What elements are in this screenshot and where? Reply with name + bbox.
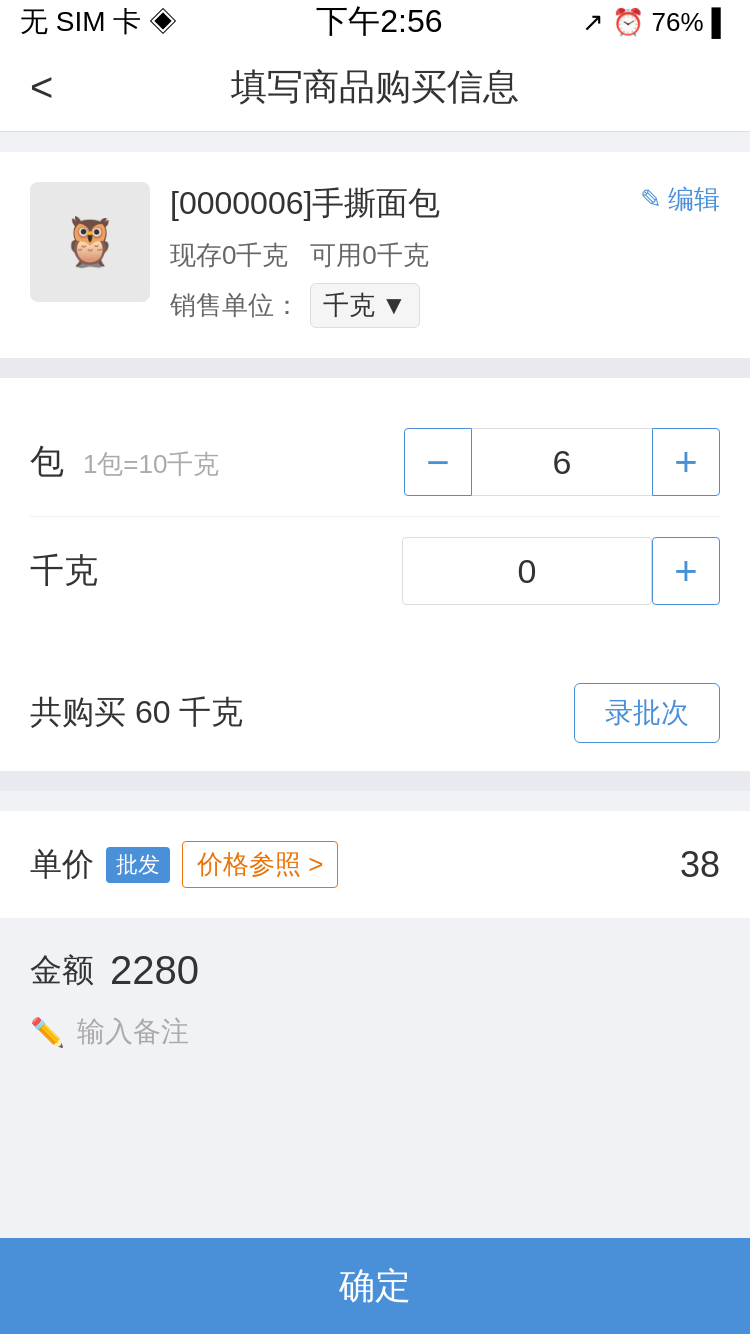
edit-label: 编辑: [668, 182, 720, 217]
price-section: 单价 批发 价格参照 > 38: [0, 811, 750, 918]
edit-icon: ✎: [640, 184, 662, 215]
price-label-area: 单价 批发 价格参照 >: [30, 841, 338, 888]
price-row: 单价 批发 价格参照 > 38: [30, 841, 720, 888]
status-time: 下午2:56: [316, 0, 442, 44]
battery-status: 76%: [652, 7, 704, 38]
status-bar: 无 SIM 卡 ◈ 下午2:56 ↗ ⏰ 76% ▌: [0, 0, 750, 44]
unit-label: 销售单位：: [170, 288, 300, 323]
summary-text: 共购买 60 千克: [30, 691, 243, 735]
quantity-section: 包 1包=10千克 − + 千克 +: [0, 378, 750, 655]
edit-button[interactable]: ✎ 编辑: [640, 182, 720, 217]
status-left: 无 SIM 卡 ◈: [20, 3, 177, 41]
alarm-icon: ⏰: [612, 7, 644, 38]
stock-current-label: 现存: [170, 240, 222, 270]
divider-2: [0, 771, 750, 791]
product-thumbnail: 🦉: [60, 214, 120, 270]
amount-section: 金额 2280 ✏️ 输入备注: [0, 918, 750, 1081]
bao-decrement-button[interactable]: −: [404, 428, 472, 496]
amount-row: 金额 2280: [30, 948, 720, 993]
price-reference-button[interactable]: 价格参照 >: [182, 841, 338, 888]
pencil-icon: ✏️: [30, 1016, 65, 1049]
price-value: 38: [680, 844, 720, 886]
pifa-badge: 批发: [106, 847, 170, 883]
page-title: 填写商品购买信息: [231, 63, 519, 112]
unit-selector[interactable]: 千克 ▼: [310, 283, 420, 328]
product-name: [0000006]手撕面包: [170, 182, 720, 226]
kg-row: 千克 +: [30, 517, 720, 625]
divider-1: [0, 358, 750, 378]
bao-row: 包 1包=10千克 − +: [30, 408, 720, 517]
product-image: 🦉: [30, 182, 150, 302]
stock-available-label: 可用: [310, 240, 362, 270]
bao-increment-button[interactable]: +: [652, 428, 720, 496]
kg-quantity-input[interactable]: [402, 537, 652, 605]
bao-hint: 1包=10千克: [83, 449, 220, 479]
summary-row: 共购买 60 千克 录批次: [0, 655, 750, 771]
confirm-button[interactable]: 确定: [0, 1238, 750, 1334]
product-card: 🦉 [0000006]手撕面包 现存0千克 可用0千克 销售单位： 千克 ▼ ✎…: [0, 152, 750, 358]
bao-label: 包 1包=10千克: [30, 439, 219, 485]
location-icon: ↗: [582, 7, 604, 38]
back-button[interactable]: <: [30, 65, 53, 110]
product-info: [0000006]手撕面包 现存0千克 可用0千克 销售单位： 千克 ▼: [170, 182, 720, 328]
sim-status: 无 SIM 卡 ◈: [20, 3, 177, 41]
dropdown-arrow-icon: ▼: [381, 290, 407, 321]
kg-quantity-control: +: [402, 537, 720, 605]
amount-label: 金额: [30, 949, 94, 993]
price-label: 单价: [30, 843, 94, 887]
unit-value: 千克: [323, 288, 375, 323]
nav-bar: < 填写商品购买信息: [0, 44, 750, 132]
stock-current-value: 0千克: [222, 240, 288, 270]
kg-label: 千克: [30, 548, 98, 594]
product-unit: 销售单位： 千克 ▼: [170, 283, 720, 328]
amount-value: 2280: [110, 948, 199, 993]
status-right: ↗ ⏰ 76% ▌: [582, 7, 730, 38]
kg-unit-label: 千克: [30, 551, 98, 589]
product-stock: 现存0千克 可用0千克: [170, 238, 720, 273]
remark-label: 输入备注: [77, 1013, 189, 1051]
bao-unit-label: 包: [30, 442, 64, 480]
kg-increment-button[interactable]: +: [652, 537, 720, 605]
bao-quantity-control: − +: [404, 428, 720, 496]
batch-button[interactable]: 录批次: [574, 683, 720, 743]
stock-available-value: 0千克: [362, 240, 428, 270]
battery-icon: ▌: [712, 7, 730, 38]
bao-quantity-input[interactable]: [472, 428, 652, 496]
remark-row[interactable]: ✏️ 输入备注: [30, 1013, 720, 1051]
